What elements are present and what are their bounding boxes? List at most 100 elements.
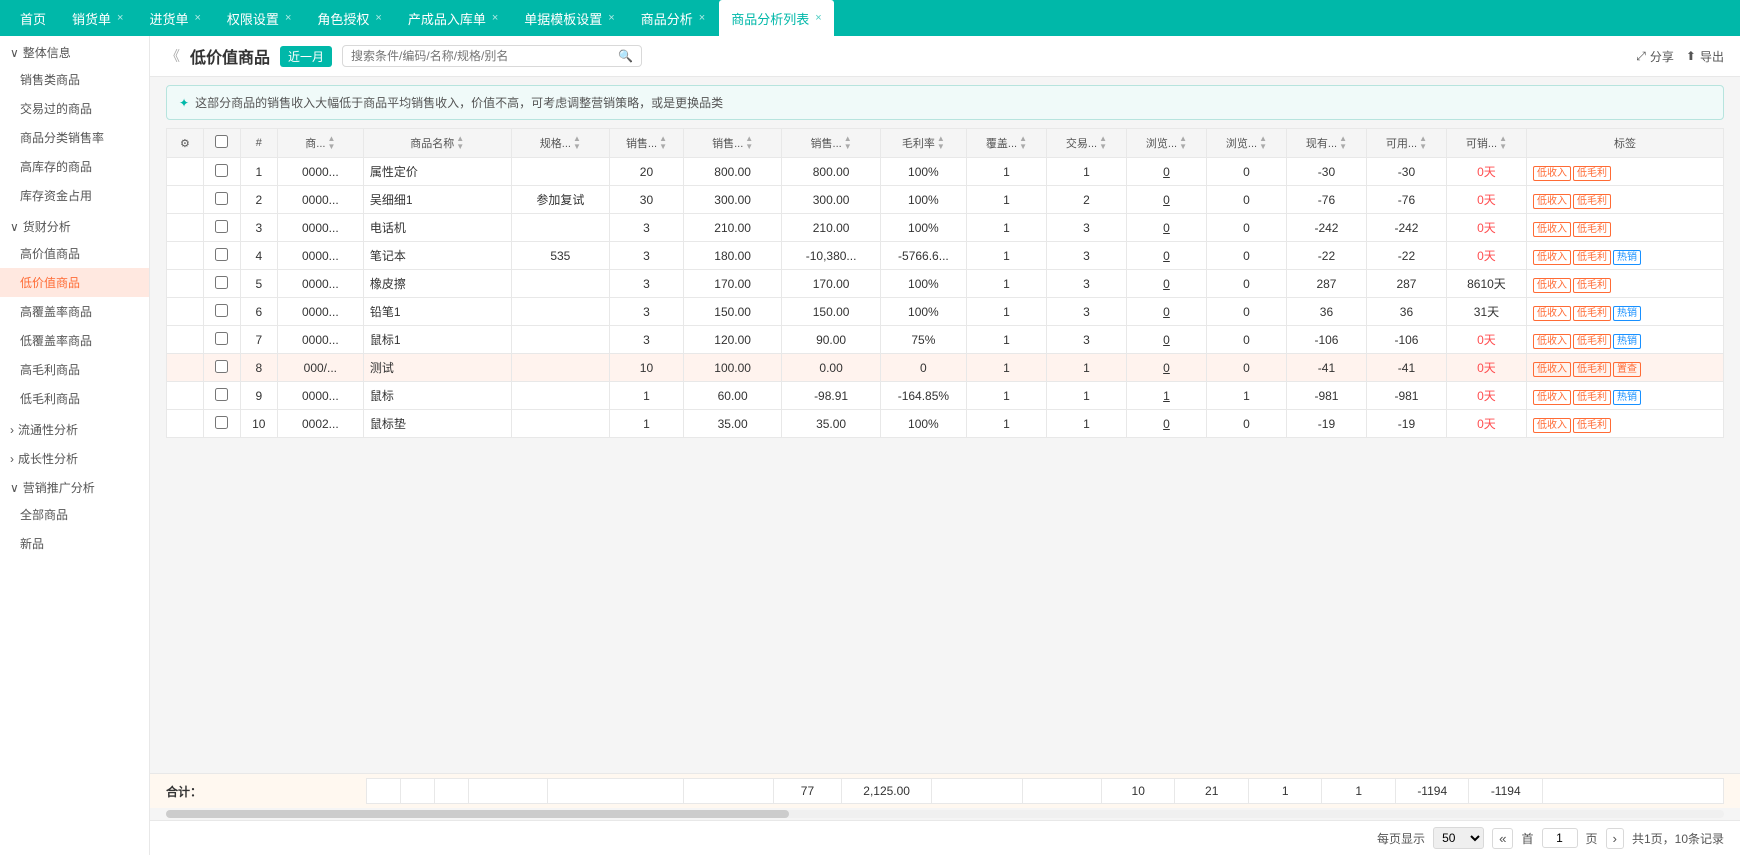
row-checkbox[interactable] xyxy=(215,360,228,373)
col-sellable[interactable]: 可销...▲▼ xyxy=(1446,129,1526,158)
col-browse2[interactable]: 浏览...▲▼ xyxy=(1206,129,1286,158)
share-button[interactable]: ⤢ 分享 xyxy=(1636,48,1674,65)
col-spec[interactable]: 规格...▲▼ xyxy=(511,129,609,158)
sidebar-item-high-margin[interactable]: 高毛利商品 xyxy=(0,355,149,384)
sidebar-item-all-products[interactable]: 全部商品 xyxy=(0,500,149,529)
close-icon[interactable]: × xyxy=(815,12,821,24)
sidebar-item-traded-products[interactable]: 交易过的商品 xyxy=(0,94,149,123)
col-coverage[interactable]: 覆盖...▲▼ xyxy=(966,129,1046,158)
col-checkbox-cell[interactable] xyxy=(203,326,240,354)
col-checkbox[interactable] xyxy=(203,129,240,158)
col-s3[interactable]: 销售...▲▼ xyxy=(782,129,880,158)
close-icon[interactable]: × xyxy=(285,12,291,24)
browse-link[interactable]: 0 xyxy=(1163,193,1170,207)
col-checkbox-cell[interactable] xyxy=(203,158,240,186)
row-num: 9 xyxy=(240,382,277,410)
col-available[interactable]: 可用...▲▼ xyxy=(1366,129,1446,158)
sidebar-item-low-coverage[interactable]: 低覆盖率商品 xyxy=(0,326,149,355)
select-all-checkbox[interactable] xyxy=(215,135,228,148)
col-code[interactable]: 商...▲▼ xyxy=(277,129,363,158)
nav-home[interactable]: 首页 xyxy=(8,0,58,36)
export-button[interactable]: ⬆ 导出 xyxy=(1686,48,1724,65)
browse-link[interactable]: 0 xyxy=(1163,221,1170,235)
sidebar-group-financial[interactable]: ∨ 货财分析 xyxy=(0,210,149,239)
row-sellable: 0天 xyxy=(1446,186,1526,214)
row-checkbox[interactable] xyxy=(215,388,228,401)
sidebar-group-general[interactable]: ∨ 整体信息 xyxy=(0,36,149,65)
col-checkbox-cell[interactable] xyxy=(203,382,240,410)
col-name[interactable]: 商品名称▲▼ xyxy=(363,129,511,158)
scrollbar-thumb[interactable] xyxy=(166,810,789,818)
nav-permissions[interactable]: 权限设置 × xyxy=(215,0,303,36)
browse-link[interactable]: 0 xyxy=(1163,249,1170,263)
search-icon[interactable]: 🔍 xyxy=(618,49,633,63)
nav-template-settings[interactable]: 单据模板设置 × xyxy=(512,0,626,36)
col-margin[interactable]: 毛利率▲▼ xyxy=(880,129,966,158)
col-checkbox-cell[interactable] xyxy=(203,298,240,326)
sidebar-item-category-sales-rate[interactable]: 商品分类销售率 xyxy=(0,123,149,152)
sidebar-item-high-value[interactable]: 高价值商品 xyxy=(0,239,149,268)
row-checkbox[interactable] xyxy=(215,304,228,317)
nav-role-auth[interactable]: 角色授权 × xyxy=(305,0,393,36)
nav-sales[interactable]: 销货单 × xyxy=(60,0,135,36)
close-icon[interactable]: × xyxy=(492,12,498,24)
sidebar-group-growth[interactable]: › 成长性分析 xyxy=(0,442,149,471)
browse-link[interactable]: 0 xyxy=(1163,305,1170,319)
col-settings-cell xyxy=(167,382,204,410)
col-current-stock[interactable]: 现有...▲▼ xyxy=(1286,129,1366,158)
table-row: 4 0000... 笔记本 535 3 180.00 -10,380... -5… xyxy=(167,242,1724,270)
sidebar-group-circulation[interactable]: › 流通性分析 xyxy=(0,413,149,442)
col-s2[interactable]: 销售...▲▼ xyxy=(683,129,781,158)
horizontal-scrollbar[interactable] xyxy=(166,810,1724,818)
sidebar-item-low-margin[interactable]: 低毛利商品 xyxy=(0,384,149,413)
close-icon[interactable]: × xyxy=(608,12,614,24)
row-checkbox[interactable] xyxy=(215,164,228,177)
browse-link[interactable]: 1 xyxy=(1163,389,1170,403)
close-icon[interactable]: × xyxy=(375,12,381,24)
browse-link[interactable]: 0 xyxy=(1163,165,1170,179)
page-number-input[interactable] xyxy=(1542,828,1578,848)
per-page-select[interactable]: 50 100 200 xyxy=(1433,827,1484,849)
browse-link[interactable]: 0 xyxy=(1163,333,1170,347)
browse-link[interactable]: 0 xyxy=(1163,417,1170,431)
next-page-btn[interactable]: › xyxy=(1606,828,1624,849)
close-icon[interactable]: × xyxy=(117,12,123,24)
col-checkbox-cell[interactable] xyxy=(203,242,240,270)
nav-product-analysis-list[interactable]: 商品分析列表 × xyxy=(719,0,833,36)
col-checkbox-cell[interactable] xyxy=(203,270,240,298)
row-checkbox[interactable] xyxy=(215,332,228,345)
close-icon[interactable]: × xyxy=(194,12,200,24)
col-browse1[interactable]: 浏览...▲▼ xyxy=(1126,129,1206,158)
first-page-btn[interactable]: « xyxy=(1492,828,1513,849)
sidebar-group-marketing[interactable]: ∨ 营销推广分析 xyxy=(0,471,149,500)
sidebar-item-stock-capital[interactable]: 库存资金占用 xyxy=(0,181,149,210)
col-trade[interactable]: 交易...▲▼ xyxy=(1046,129,1126,158)
nav-product-stock[interactable]: 产成品入库单 × xyxy=(396,0,510,36)
row-checkbox[interactable] xyxy=(215,192,228,205)
sidebar-item-high-stock[interactable]: 高库存的商品 xyxy=(0,152,149,181)
row-coverage: 1 xyxy=(966,270,1046,298)
browse-link[interactable]: 0 xyxy=(1163,361,1170,375)
col-checkbox-cell[interactable] xyxy=(203,186,240,214)
nav-purchase[interactable]: 进货单 × xyxy=(137,0,212,36)
search-input[interactable] xyxy=(351,49,618,63)
collapse-icon[interactable]: 《 xyxy=(166,46,180,66)
sidebar-item-high-coverage[interactable]: 高覆盖率商品 xyxy=(0,297,149,326)
close-icon[interactable]: × xyxy=(699,12,705,24)
sidebar-item-new-products[interactable]: 新品 xyxy=(0,529,149,558)
time-badge[interactable]: 近一月 xyxy=(280,46,332,67)
browse-link[interactable]: 0 xyxy=(1163,277,1170,291)
col-checkbox-cell[interactable] xyxy=(203,354,240,382)
col-s1[interactable]: 销售...▲▼ xyxy=(610,129,684,158)
col-settings[interactable]: ⚙ xyxy=(167,129,204,158)
sidebar-item-low-value[interactable]: 低价值商品 xyxy=(0,268,149,297)
row-checkbox[interactable] xyxy=(215,220,228,233)
col-checkbox-cell[interactable] xyxy=(203,410,240,438)
row-checkbox[interactable] xyxy=(215,416,228,429)
row-checkbox[interactable] xyxy=(215,248,228,261)
row-checkbox[interactable] xyxy=(215,276,228,289)
row-spec: 参加复试 xyxy=(511,186,609,214)
sidebar-item-sales-products[interactable]: 销售类商品 xyxy=(0,65,149,94)
nav-product-analysis[interactable]: 商品分析 × xyxy=(629,0,717,36)
col-checkbox-cell[interactable] xyxy=(203,214,240,242)
